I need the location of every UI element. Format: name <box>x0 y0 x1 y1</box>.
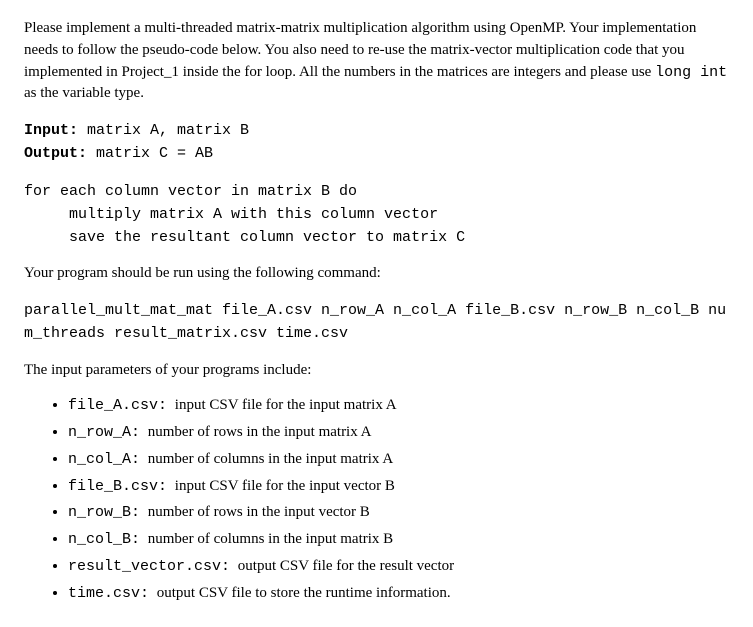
param-desc: input CSV file for the input matrix A <box>171 397 397 413</box>
param-desc: number of rows in the input vector B <box>144 504 370 520</box>
command-line: parallel_mult_mat_mat file_A.csv n_row_A… <box>24 299 729 346</box>
list-item: n_row_B: number of rows in the input vec… <box>68 502 729 524</box>
list-item: file_A.csv: input CSV file for the input… <box>68 395 729 417</box>
io-block: Input: matrix A, matrix B Output: matrix… <box>24 119 729 166</box>
param-name: file_B.csv: <box>68 478 167 495</box>
input-label: Input: <box>24 122 78 139</box>
intro-text-b: as the variable type. <box>24 85 144 101</box>
param-name: result_vector.csv: <box>68 558 230 575</box>
param-desc: number of columns in the input matrix B <box>144 531 393 547</box>
param-name: time.csv: <box>68 585 149 602</box>
intro-text-a: Please implement a multi-threaded matrix… <box>24 20 696 80</box>
intro-paragraph: Please implement a multi-threaded matrix… <box>24 18 729 105</box>
param-desc: input CSV file for the input vector B <box>171 478 395 494</box>
input-text: matrix A, matrix B <box>78 122 249 139</box>
output-label: Output: <box>24 145 87 162</box>
param-desc: output CSV file to store the runtime inf… <box>153 585 451 601</box>
intro-code: long int <box>655 64 727 81</box>
param-name: file_A.csv: <box>68 397 167 414</box>
param-desc: output CSV file for the result vector <box>234 558 454 574</box>
output-text: matrix C = AB <box>87 145 213 162</box>
list-item: time.csv: output CSV file to store the r… <box>68 583 729 605</box>
run-sentence: Your program should be run using the fol… <box>24 263 729 285</box>
params-sentence: The input parameters of your programs in… <box>24 360 729 382</box>
param-name: n_row_A: <box>68 424 140 441</box>
param-desc: number of rows in the input matrix A <box>144 424 371 440</box>
list-item: n_row_A: number of rows in the input mat… <box>68 422 729 444</box>
param-name: n_col_A: <box>68 451 140 468</box>
param-desc: number of columns in the input matrix A <box>144 451 393 467</box>
list-item: result_vector.csv: output CSV file for t… <box>68 556 729 578</box>
list-item: n_col_B: number of columns in the input … <box>68 529 729 551</box>
list-item: n_col_A: number of columns in the input … <box>68 449 729 471</box>
params-list: file_A.csv: input CSV file for the input… <box>24 395 729 604</box>
input-line: Input: matrix A, matrix B <box>24 119 729 142</box>
pseudocode-block: for each column vector in matrix B do mu… <box>24 180 729 250</box>
output-line: Output: matrix C = AB <box>24 142 729 165</box>
list-item: file_B.csv: input CSV file for the input… <box>68 476 729 498</box>
param-name: n_col_B: <box>68 531 140 548</box>
param-name: n_row_B: <box>68 504 140 521</box>
